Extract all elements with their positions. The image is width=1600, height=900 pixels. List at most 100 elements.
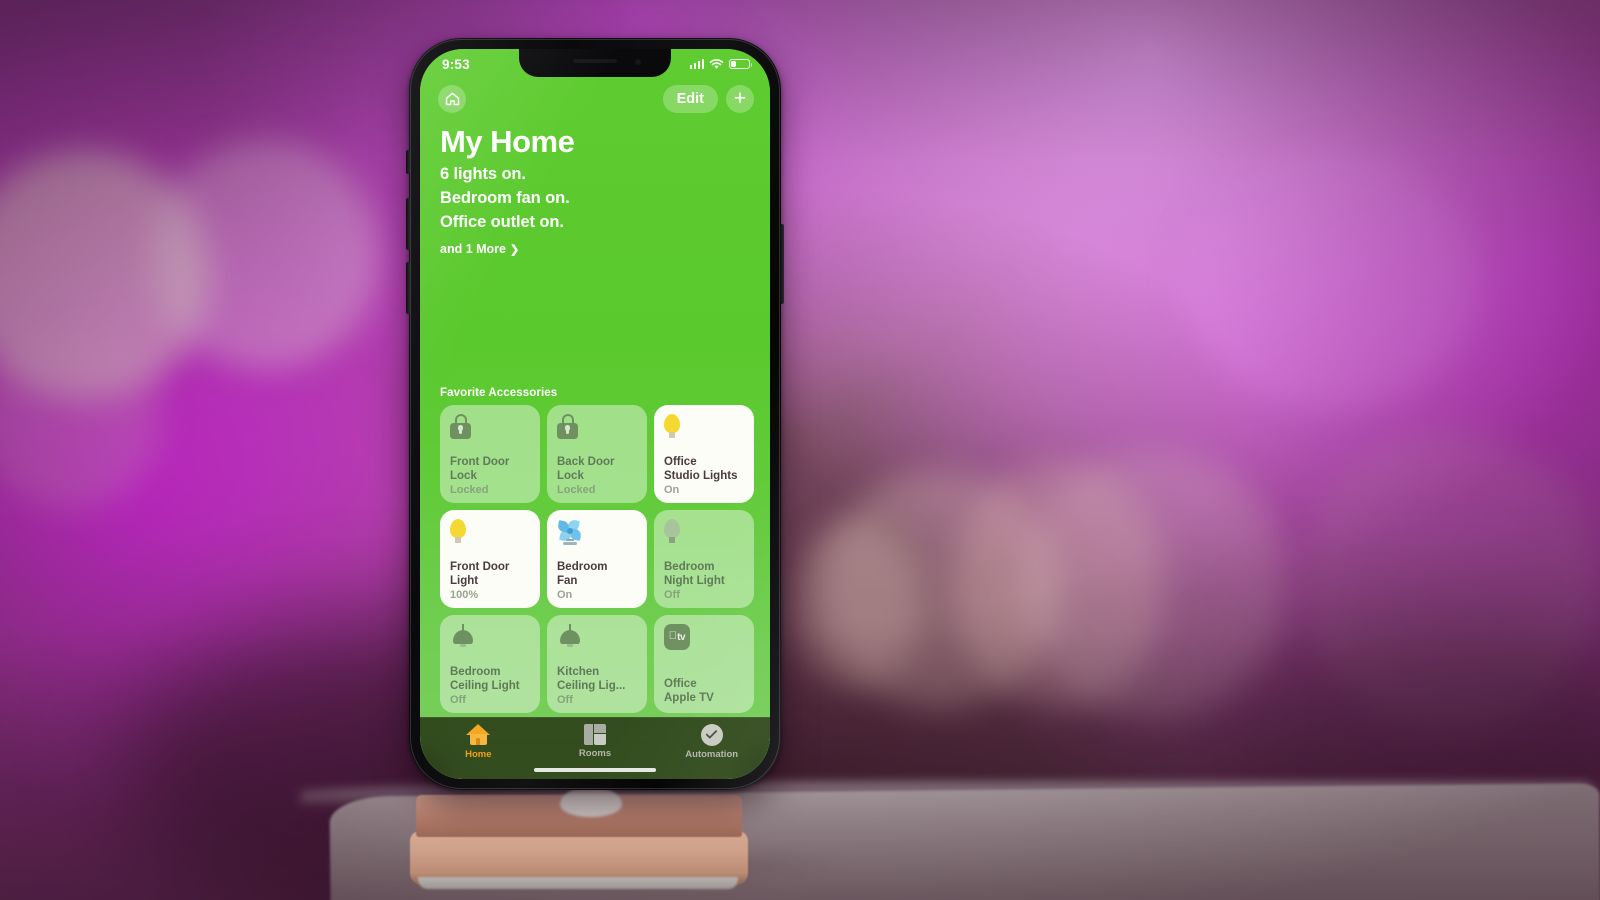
volume-down-button[interactable] <box>406 262 410 314</box>
tile-state: Locked <box>450 484 489 496</box>
tile-name: Front Door Lock <box>450 455 510 482</box>
tile-name: Bedroom Night Light <box>664 560 725 587</box>
accessory-tile-front-door-lock[interactable]: Front Door Lock Locked <box>440 405 540 503</box>
tile-name: Office Studio Lights <box>664 455 738 482</box>
tab-label: Home <box>465 749 492 760</box>
add-accessory-button[interactable]: + <box>726 85 754 113</box>
accessory-tile-kitchen-ceiling-light[interactable]: Kitchen Ceiling Lig... Off <box>547 615 647 713</box>
toolbar-actions: Edit + <box>662 85 754 113</box>
background-vignette <box>0 0 1600 900</box>
home-status-summary: 6 lights on. Bedroom fan on. Office outl… <box>440 163 752 235</box>
phone-screen: 9:53 Edit + My Home 6 lights on. Bedroom… <box>420 49 770 779</box>
home-indicator[interactable] <box>534 767 656 772</box>
power-button[interactable] <box>780 224 784 304</box>
home-header: My Home 6 lights on. Bedroom fan on. Off… <box>420 113 770 258</box>
status-line: Bedroom fan on. <box>440 189 570 208</box>
volume-up-button[interactable] <box>406 198 410 250</box>
iphone-device: 9:53 Edit + My Home 6 lights on. Bedroom… <box>406 38 784 790</box>
dock-foot <box>418 877 738 889</box>
accessory-tile-office-studio-lights[interactable]: Office Studio Lights On <box>654 405 754 503</box>
lightbulb-icon <box>664 519 680 545</box>
tile-icon-slot <box>557 519 638 549</box>
house-icon <box>445 92 459 106</box>
front-camera-icon <box>635 59 641 65</box>
status-line: 6 lights on. <box>440 165 526 184</box>
tile-state: 100% <box>450 589 479 601</box>
accessory-tile-bedroom-fan[interactable]: Bedroom Fan On <box>547 510 647 608</box>
accessory-tile-front-door-light[interactable]: Front Door Light 100% <box>440 510 540 608</box>
tile-state: Off <box>450 694 466 706</box>
and-more-label: and 1 More <box>440 242 506 257</box>
section-title: Favorite Accessories <box>440 387 558 399</box>
tile-text: Bedroom Ceiling Light Off <box>450 665 531 706</box>
mute-switch-button[interactable] <box>406 150 410 174</box>
tile-state: On <box>557 589 573 601</box>
display-notch <box>519 49 671 77</box>
tile-name: Bedroom Ceiling Light <box>450 665 520 692</box>
tab-label: Automation <box>685 749 739 760</box>
accessory-tile-back-door-lock[interactable]: Back Door Lock Locked <box>547 405 647 503</box>
dock-upper <box>416 787 742 837</box>
tile-text: Kitchen Ceiling Lig... Off <box>557 665 638 706</box>
accessory-tile-bedroom-night-light[interactable]: Bedroom Night Light Off <box>654 510 754 608</box>
tile-text: Front Door Lock Locked <box>450 455 531 496</box>
tile-text: Bedroom Night Light Off <box>664 560 745 601</box>
tile-text: Bedroom Fan On <box>557 560 638 601</box>
tab-automation[interactable]: Automation <box>653 724 770 760</box>
tile-state: Locked <box>557 484 596 496</box>
pendant-lamp-icon <box>450 624 476 651</box>
tile-name: Kitchen Ceiling Lig... <box>557 665 626 692</box>
tile-icon-slot: tv <box>664 624 745 654</box>
tile-icon-slot <box>450 624 531 654</box>
tile-icon-slot <box>664 519 745 549</box>
tile-name: Office Apple TV <box>664 677 714 704</box>
lightbulb-icon <box>450 519 466 545</box>
home-app: 9:53 Edit + My Home 6 lights on. Bedroom… <box>420 49 770 779</box>
tile-icon-slot <box>557 624 638 654</box>
wifi-icon <box>709 58 724 69</box>
status-bar-clock: 9:53 <box>442 56 470 72</box>
tile-icon-slot <box>450 414 531 444</box>
accessory-tile-office-apple-tv[interactable]: tv OfficeApple TV <box>654 615 754 713</box>
earpiece-speaker-icon <box>573 59 617 63</box>
edit-button[interactable]: Edit <box>662 85 718 113</box>
lightbulb-icon <box>664 414 680 440</box>
house-icon <box>466 724 491 746</box>
house-icon-button[interactable] <box>438 85 466 113</box>
rooms-icon <box>584 724 606 745</box>
tile-text: Front Door Light 100% <box>450 560 531 601</box>
tile-state: Off <box>664 589 680 601</box>
tile-text: Office Studio Lights On <box>664 455 745 496</box>
tile-name: Back Door Lock <box>557 455 615 482</box>
tile-icon-slot <box>664 414 745 444</box>
lock-icon <box>450 414 471 439</box>
cellular-signal-icon <box>689 59 704 69</box>
tab-rooms[interactable]: Rooms <box>537 724 654 759</box>
fan-icon <box>557 519 583 546</box>
phone-dock-stand <box>410 787 748 889</box>
tile-name: Bedroom Fan <box>557 560 608 587</box>
blurred-background <box>0 0 1600 900</box>
tile-text: Back Door Lock Locked <box>557 455 638 496</box>
page-title: My Home <box>440 124 575 159</box>
app-toolbar: Edit + <box>420 79 770 113</box>
status-bar-indicators <box>689 58 753 70</box>
tab-label: Rooms <box>578 748 612 759</box>
and-more-link[interactable]: and 1 More ❯ <box>440 242 519 256</box>
tab-home[interactable]: Home <box>420 724 537 760</box>
clock-check-icon <box>700 724 723 746</box>
pendant-lamp-icon <box>557 624 583 651</box>
status-line: Office outlet on. <box>440 213 564 232</box>
chevron-right-icon: ❯ <box>510 243 520 256</box>
tile-icon-slot <box>557 414 638 444</box>
apple-tv-icon: tv <box>664 624 690 650</box>
tile-name: Front Door Light <box>450 560 510 587</box>
accessory-tile-bedroom-ceiling-light[interactable]: Bedroom Ceiling Light Off <box>440 615 540 713</box>
battery-icon <box>729 58 753 70</box>
lock-icon <box>557 414 578 439</box>
dock-connector-notch <box>560 787 622 817</box>
favorite-accessories-section: Favorite Accessories Front Door Lock Lock… <box>420 387 770 717</box>
accessory-grid: Front Door Lock Locked Back Door Lock Lo… <box>440 405 754 717</box>
tile-state: Off <box>557 694 573 706</box>
tile-text: Office Apple TV <box>664 677 745 706</box>
